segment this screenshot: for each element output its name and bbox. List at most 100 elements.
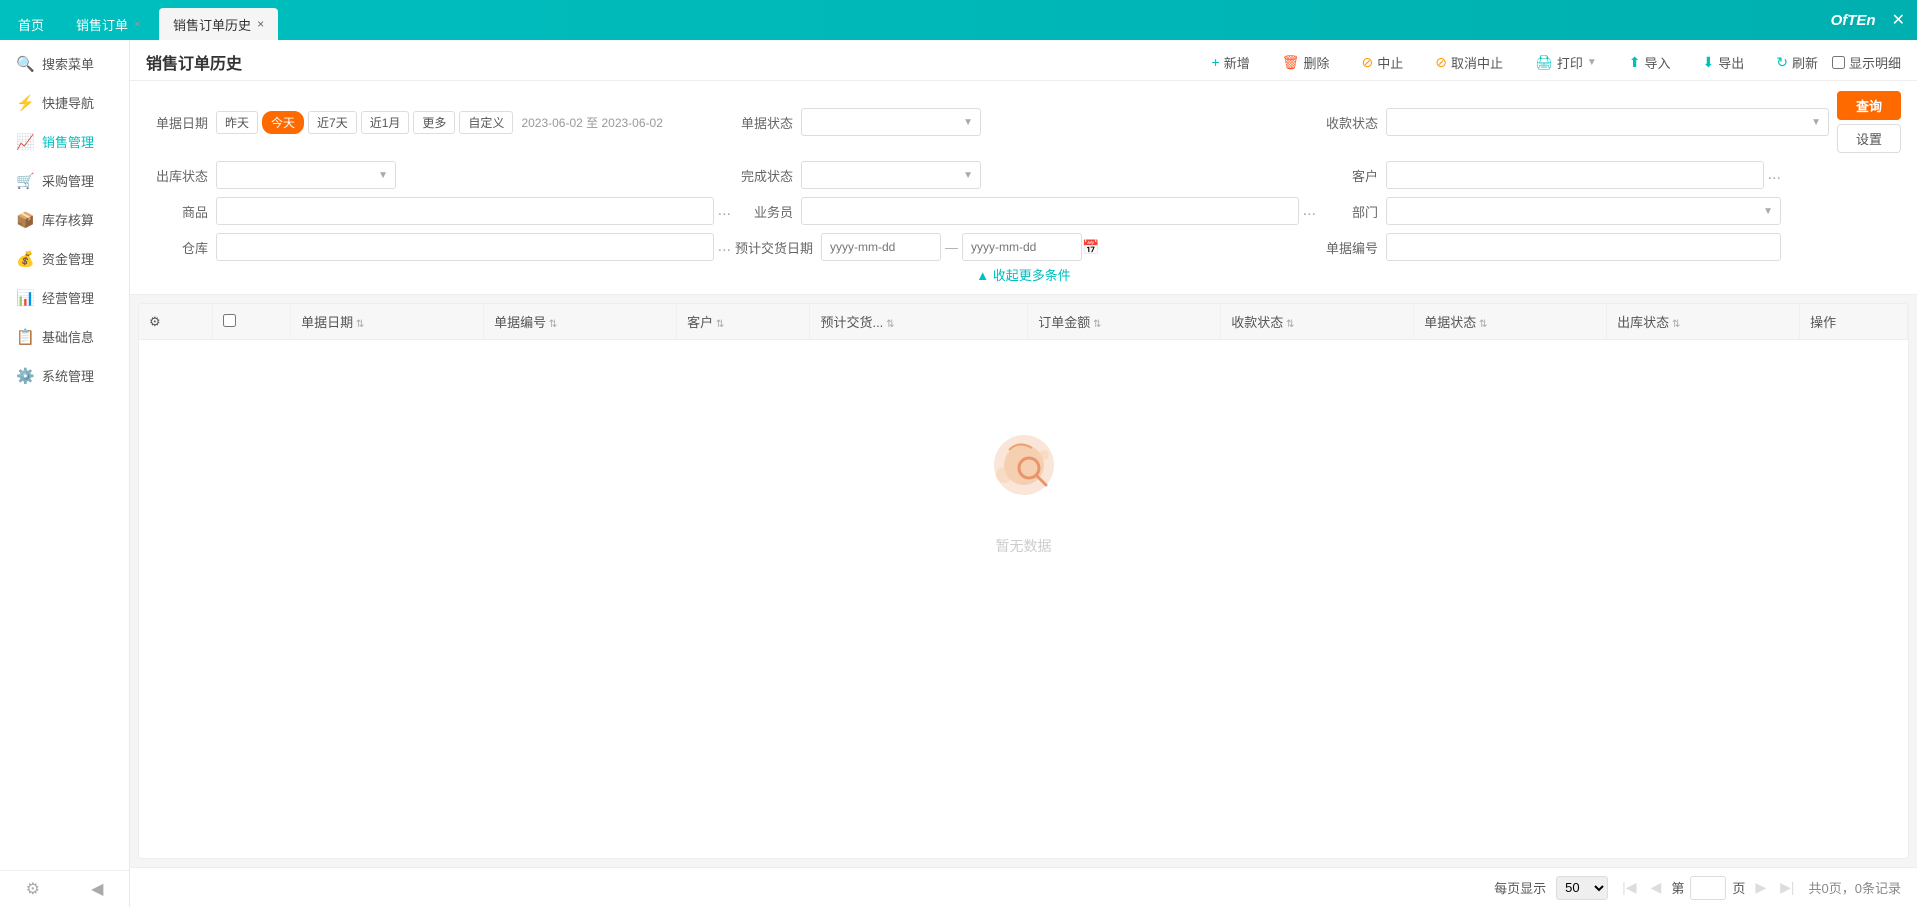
col-header-5: 预计交货... ⇅ (810, 304, 1028, 340)
toolbar-label-6: 导出 (1718, 53, 1744, 72)
toolbar-icon-0: + (1212, 54, 1220, 70)
tab-close-2[interactable]: × (257, 17, 264, 31)
sidebar-item-2[interactable]: 📈销售管理 (0, 122, 129, 161)
tab-item-0[interactable]: 首页 (4, 8, 58, 40)
next-page-button[interactable]: ▶ (1751, 877, 1770, 898)
select-all-checkbox[interactable] (223, 314, 236, 327)
sidebar-label-4: 库存核算 (42, 210, 94, 229)
query-button[interactable]: 查询 (1837, 91, 1901, 120)
date-btn-3[interactable]: 近1月 (361, 111, 410, 134)
display-detail-checkbox[interactable] (1832, 56, 1845, 69)
sidebar-item-6[interactable]: 📊经营管理 (0, 278, 129, 317)
date-btn-2[interactable]: 近7天 (308, 111, 357, 134)
sidebar-item-8[interactable]: ⚙️系统管理 (0, 356, 129, 395)
page-label-after: 页 (1732, 878, 1745, 897)
salesman-label: 业务员 (731, 202, 801, 221)
toolbar-btn-删除[interactable]: 🗑删除 (1278, 51, 1334, 74)
out-status-select-wrap: ▼ (216, 161, 396, 189)
sort-icon-6[interactable]: ⇅ (1090, 319, 1101, 330)
salesman-input[interactable] (801, 197, 1299, 225)
sidebar-item-4[interactable]: 📦 库存核算 (0, 200, 129, 239)
date-btn-0[interactable]: 昨天 (216, 111, 258, 134)
complete-status-select[interactable] (801, 161, 981, 189)
sort-icon-9[interactable]: ⇅ (1669, 319, 1680, 330)
salesman-dots[interactable]: ... (1303, 202, 1316, 220)
warehouse-dots[interactable]: ... (718, 238, 731, 256)
date-label: 单据日期 (146, 113, 216, 132)
first-page-button[interactable]: |◀ (1618, 877, 1640, 898)
toolbar-btn-导出[interactable]: ⬇导出 (1698, 51, 1748, 74)
col-header-2: 单据日期 ⇅ (291, 304, 484, 340)
toolbar-btn-导入[interactable]: ⬆导入 (1625, 51, 1675, 74)
toolbar-btn-取消中止[interactable]: ⊘取消中止 (1431, 51, 1507, 74)
sort-icon-5[interactable]: ⇅ (883, 319, 894, 330)
sidebar-label-5: 资金管理 (42, 249, 94, 268)
toolbar-label-1: 删除 (1304, 53, 1330, 72)
toolbar-btn-中止[interactable]: ⊘中止 (1358, 51, 1408, 74)
page-input[interactable]: 1 (1690, 876, 1726, 900)
warehouse-input[interactable] (216, 233, 714, 261)
sort-icon-7[interactable]: ⇅ (1283, 319, 1294, 330)
sort-icon-8[interactable]: ⇅ (1476, 319, 1487, 330)
last-page-button[interactable]: ▶| (1776, 877, 1798, 898)
customer-dots[interactable]: ... (1768, 166, 1781, 184)
toolbar-icon-6: ⬇ (1702, 54, 1714, 71)
col-header-7: 收款状态 ⇅ (1221, 304, 1414, 340)
bill-status-select[interactable] (801, 108, 981, 136)
settings-col-icon[interactable]: ⚙ (149, 314, 161, 329)
bill-no-input[interactable] (1386, 233, 1781, 261)
sidebar-label-0: 搜索菜单 (42, 54, 94, 73)
calendar-icon-from[interactable]: 📅 (1082, 239, 1099, 256)
tab-close-1[interactable]: × (134, 17, 141, 31)
col-label-8: 单据状态 (1424, 315, 1476, 330)
dept-label: 部门 (1316, 202, 1386, 221)
display-toggle: 显示明细 (1832, 53, 1901, 72)
sidebar-item-1[interactable]: ⚡快捷导航 (0, 83, 129, 122)
delivery-date-from[interactable] (821, 233, 941, 261)
payment-status-label: 收款状态 (1316, 113, 1386, 132)
settings-button[interactable]: 设置 (1837, 124, 1901, 153)
goods-dots[interactable]: ... (718, 202, 731, 220)
sort-icon-2[interactable]: ⇅ (353, 319, 364, 330)
delivery-date-to[interactable] (962, 233, 1082, 261)
payment-status-select[interactable] (1386, 108, 1829, 136)
tab-item-1[interactable]: 销售订单× (62, 8, 155, 40)
date-btn-5[interactable]: 自定义 (459, 111, 513, 134)
sidebar-item-7[interactable]: 📋基础信息 (0, 317, 129, 356)
toolbar-icon-5: ⬆ (1629, 54, 1641, 71)
toolbar-btn-打印[interactable]: 🖨打印▼ (1531, 51, 1601, 74)
page-size-label: 每页显示 (1494, 878, 1546, 897)
toolbar-btn-新增[interactable]: +新增 (1208, 51, 1254, 74)
page-header: 销售订单历史 +新增🗑删除⊘中止⊘取消中止🖨打印▼⬆导入⬇导出↻刷新显示明细 (130, 40, 1917, 81)
sidebar-item-5[interactable]: 💰资金管理 (0, 239, 129, 278)
complete-status-select-wrap: ▼ (801, 161, 981, 189)
tab-list: 首页销售订单×销售订单历史× (0, 0, 278, 40)
tab-item-2[interactable]: 销售订单历史× (159, 8, 278, 40)
sort-icon-4[interactable]: ⇅ (713, 319, 724, 330)
sort-icon-3[interactable]: ⇅ (546, 319, 557, 330)
col-label-4: 客户 (687, 315, 713, 330)
toolbar-icon-7: ↻ (1776, 54, 1788, 71)
out-status-select[interactable] (216, 161, 396, 189)
sidebar-icon-4: 📦 (16, 211, 34, 229)
sidebar-collapse-button[interactable]: ◀ (91, 879, 103, 899)
collapse-button[interactable]: ▲ 收起更多条件 (146, 265, 1901, 284)
sidebar-item-0[interactable]: 🔍搜索菜单 (0, 44, 129, 83)
print-dropdown-icon[interactable]: ▼ (1587, 57, 1597, 68)
prev-page-button[interactable]: ◀ (1647, 877, 1666, 898)
sidebar-settings-button[interactable]: ⚙ (26, 879, 40, 899)
page-size-select[interactable]: 102050100 (1556, 876, 1608, 900)
goods-input[interactable] (216, 197, 714, 225)
sidebar-label-2: 销售管理 (42, 132, 94, 151)
col-header-4: 客户 ⇅ (677, 304, 810, 340)
sidebar-item-3[interactable]: 🛒采购管理 (0, 161, 129, 200)
date-btn-1[interactable]: 今天 (262, 111, 304, 134)
window-close-button[interactable]: ✕ (1892, 10, 1905, 30)
warehouse-label: 仓库 (146, 238, 216, 257)
filter-area: 单据日期 昨天今天近7天近1月更多自定义 2023-06-02 至 2023-0… (130, 81, 1917, 295)
date-btn-4[interactable]: 更多 (413, 111, 455, 134)
sidebar-label-6: 经营管理 (42, 288, 94, 307)
customer-input[interactable] (1386, 161, 1764, 189)
toolbar-btn-刷新[interactable]: ↻刷新 (1772, 51, 1822, 74)
dept-select[interactable] (1386, 197, 1781, 225)
